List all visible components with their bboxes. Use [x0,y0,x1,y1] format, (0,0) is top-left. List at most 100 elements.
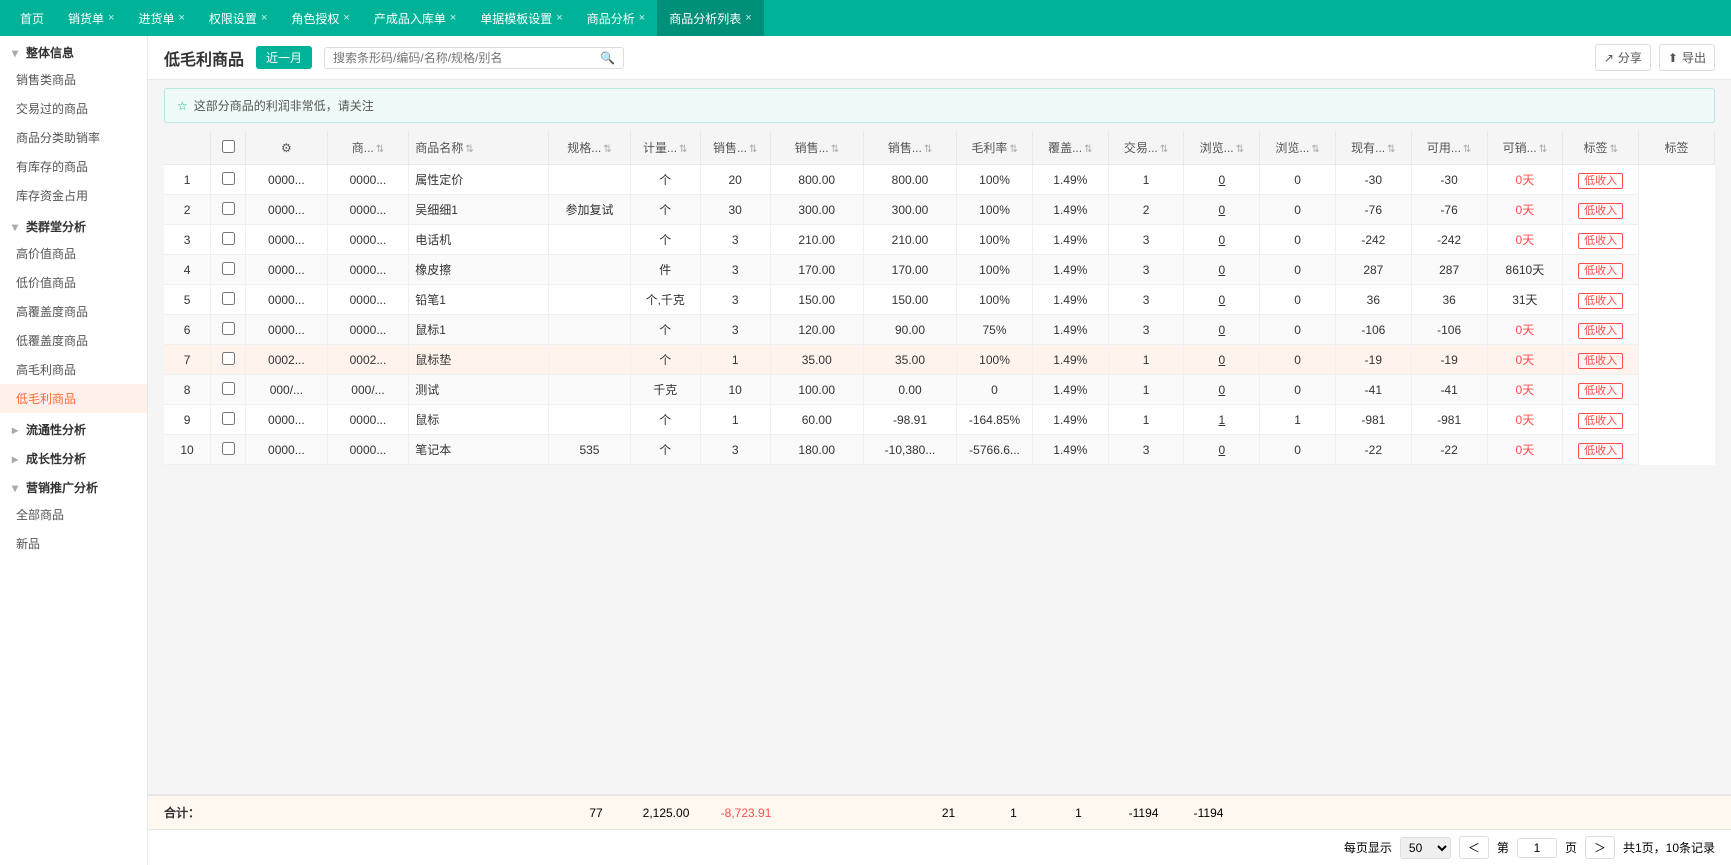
col-header-spec[interactable]: 规格...⇅ [549,131,631,165]
row-checkbox[interactable] [222,172,235,185]
row-checkbox-cell[interactable] [211,285,246,315]
nav-close-product[interactable]: × [450,12,456,24]
row-checkbox[interactable] [222,292,235,305]
row-checkbox[interactable] [222,322,235,335]
row-checkbox[interactable] [222,442,235,455]
prev-page-button[interactable]: ＜ [1459,836,1489,859]
next-page-button[interactable]: ＞ [1585,836,1615,859]
sidebar-item-all-goods[interactable]: 全部商品 [0,500,147,529]
col-header-trade[interactable]: 交易...⇅ [1108,131,1184,165]
collapse-icon-overall[interactable]: ▾ [12,46,18,60]
sidebar-item-low-margin[interactable]: 低毛利商品 [0,384,147,413]
col-header-sale-profit[interactable]: 销售...⇅ [863,131,956,165]
nav-close-sales[interactable]: × [108,12,114,24]
row-checkbox-cell[interactable] [211,405,246,435]
search-icon[interactable]: 🔍 [600,51,615,65]
table-row[interactable]: 9 0000... 0000... 鼠标 个 1 60.00 -98.91 -1… [164,405,1715,435]
collapse-icon-circulation[interactable]: ▸ [12,423,18,437]
sidebar-item-new-goods[interactable]: 新品 [0,529,147,558]
sidebar-item-traded-goods[interactable]: 交易过的商品 [0,94,147,123]
col-header-sale-amt[interactable]: 销售...⇅ [770,131,863,165]
sidebar-item-high-coverage[interactable]: 高覆盖度商品 [0,297,147,326]
row-checkbox-cell[interactable] [211,195,246,225]
col-header-sellable[interactable]: 可销...⇅ [1487,131,1563,165]
row-checkbox[interactable] [222,232,235,245]
row-view1[interactable]: 0 [1184,375,1260,405]
table-row[interactable]: 5 0000... 0000... 铅笔1 个,千克 3 150.00 150.… [164,285,1715,315]
table-row[interactable]: 6 0000... 0000... 鼠标1 个 3 120.00 90.00 7… [164,315,1715,345]
col-header-gross[interactable]: 毛利率⇅ [957,131,1033,165]
sidebar-item-low-value[interactable]: 低价值商品 [0,268,147,297]
row-view1[interactable]: 1 [1184,405,1260,435]
col-header-view2[interactable]: 浏览...⇅ [1260,131,1336,165]
nav-role-auth[interactable]: 角色授权 × [279,0,361,36]
share-button[interactable]: ↗ 分享 [1595,44,1651,71]
row-view1[interactable]: 0 [1184,165,1260,195]
row-view1[interactable]: 0 [1184,435,1260,465]
table-row[interactable]: 1 0000... 0000... 属性定价 个 20 800.00 800.0… [164,165,1715,195]
row-view1[interactable]: 0 [1184,345,1260,375]
row-view1[interactable]: 0 [1184,225,1260,255]
col-header-code[interactable]: 商...⇅ [327,131,409,165]
row-checkbox-cell[interactable] [211,315,246,345]
search-input[interactable] [333,51,600,65]
page-number-input[interactable] [1517,838,1557,858]
search-box[interactable]: 🔍 [324,47,624,69]
table-row[interactable]: 2 0000... 0000... 吴细细1 参加复试 个 30 300.00 … [164,195,1715,225]
col-header-avail[interactable]: 可用...⇅ [1411,131,1487,165]
sidebar-item-sales-goods[interactable]: 销售类商品 [0,65,147,94]
sidebar-group-overall[interactable]: ▾ 整体信息 [0,36,147,65]
sidebar-item-high-margin[interactable]: 高毛利商品 [0,355,147,384]
col-header-tag[interactable]: 标签 [1639,131,1715,165]
col-header-view1[interactable]: 浏览...⇅ [1184,131,1260,165]
nav-product-analysis[interactable]: 商品分析 × [575,0,657,36]
sidebar-item-category-rate[interactable]: 商品分类助销率 [0,123,147,152]
sidebar-group-growth[interactable]: ▸ 成长性分析 [0,442,147,471]
col-header-days[interactable]: 标签⇅ [1563,131,1639,165]
row-view1[interactable]: 0 [1184,195,1260,225]
nav-close-role[interactable]: × [343,12,349,24]
sidebar-group-cluster[interactable]: ▾ 类群堂分析 [0,210,147,239]
nav-sales-order[interactable]: 销货单 × [56,0,126,36]
nav-close-permission[interactable]: × [261,12,267,24]
row-checkbox-cell[interactable] [211,435,246,465]
collapse-icon-cluster[interactable]: ▾ [12,220,18,234]
select-all-checkbox[interactable] [222,140,235,153]
table-row[interactable]: 7 0002... 0002... 鼠标垫 个 1 35.00 35.00 10… [164,345,1715,375]
nav-close-template[interactable]: × [556,12,562,24]
row-view1[interactable]: 0 [1184,315,1260,345]
nav-close-purchase[interactable]: × [178,12,184,24]
nav-purchase-order[interactable]: 进货单 × [126,0,196,36]
row-checkbox[interactable] [222,262,235,275]
collapse-icon-growth[interactable]: ▸ [12,452,18,466]
row-checkbox-cell[interactable] [211,345,246,375]
col-header-sale-num[interactable]: 销售...⇅ [700,131,770,165]
col-header-current[interactable]: 现有...⇅ [1335,131,1411,165]
table-row[interactable]: 8 000/... 000/... 测试 千克 10 100.00 0.00 0… [164,375,1715,405]
nav-close-product-analysis[interactable]: × [639,12,645,24]
row-view1[interactable]: 0 [1184,285,1260,315]
row-checkbox-cell[interactable] [211,165,246,195]
nav-product-analysis-list[interactable]: 商品分析列表 × [657,0,763,36]
export-button[interactable]: ⬆ 导出 [1659,44,1715,71]
col-header-name[interactable]: 商品名称⇅ [409,131,549,165]
nav-home[interactable]: 首页 [8,0,56,36]
table-row[interactable]: 3 0000... 0000... 电话机 个 3 210.00 210.00 … [164,225,1715,255]
date-filter-button[interactable]: 近一月 [256,46,312,69]
nav-permission-settings[interactable]: 权限设置 × [197,0,279,36]
sidebar-item-low-coverage[interactable]: 低覆盖度商品 [0,326,147,355]
nav-template-settings[interactable]: 单据模板设置 × [468,0,574,36]
sidebar-item-stock-goods[interactable]: 有库存的商品 [0,152,147,181]
row-checkbox[interactable] [222,382,235,395]
row-checkbox[interactable] [222,352,235,365]
row-checkbox-cell[interactable] [211,375,246,405]
row-view1[interactable]: 0 [1184,255,1260,285]
sidebar-group-circulation[interactable]: ▸ 流通性分析 [0,413,147,442]
row-checkbox[interactable] [222,202,235,215]
sidebar-item-high-value[interactable]: 高价值商品 [0,239,147,268]
table-row[interactable]: 10 0000... 0000... 笔记本 535 个 3 180.00 -1… [164,435,1715,465]
row-checkbox-cell[interactable] [211,255,246,285]
row-checkbox[interactable] [222,412,235,425]
collapse-icon-marketing[interactable]: ▾ [12,481,18,495]
col-header-settings[interactable]: ⚙ [246,131,328,165]
